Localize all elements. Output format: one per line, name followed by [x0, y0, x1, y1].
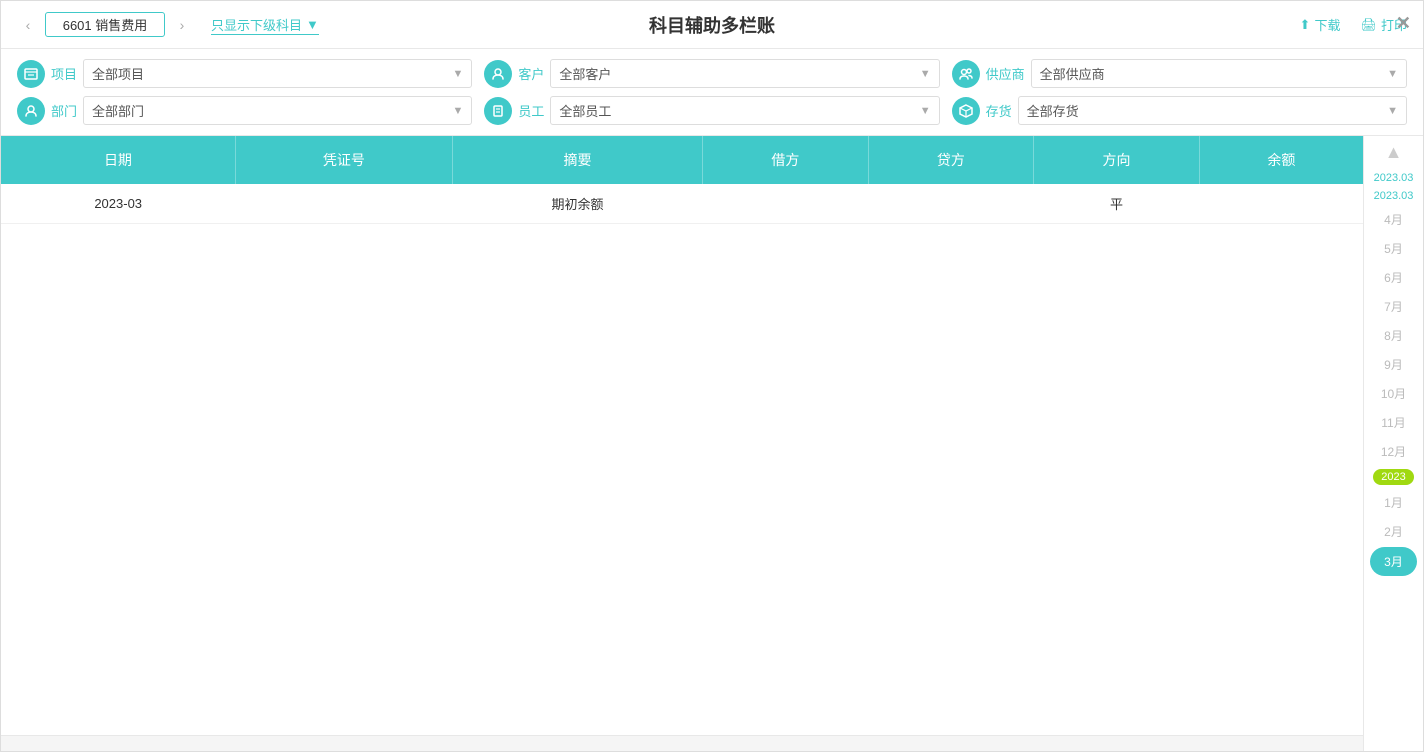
account-code[interactable]: 6601 销售费用	[45, 12, 165, 37]
col-summary: 摘要	[452, 136, 702, 184]
download-label: 下载	[1314, 15, 1340, 34]
cell-summary: 期初余额	[452, 184, 702, 224]
timeline-month-3[interactable]: 3月	[1370, 547, 1417, 576]
supplier-arrow-icon: ▼	[1387, 68, 1398, 80]
timeline-month-12[interactable]: 12月	[1364, 437, 1423, 466]
department-label: 部门	[51, 101, 77, 120]
horizontal-scrollbar[interactable]	[1, 735, 1363, 751]
cell-voucher	[235, 184, 452, 224]
filter-item-supplier: 供应商 全部供应商 ▼	[952, 59, 1407, 88]
timeline-month-8[interactable]: 8月	[1364, 321, 1423, 350]
project-select[interactable]: 全部项目 ▼	[83, 59, 472, 88]
col-voucher: 凭证号	[235, 136, 452, 184]
col-credit: 贷方	[868, 136, 1034, 184]
timeline-month-9[interactable]: 9月	[1364, 350, 1423, 379]
ledger-table: 日期 凭证号 摘要 借方 贷方 方向 余额 2023-03	[1, 136, 1363, 224]
content-area: 日期 凭证号 摘要 借方 贷方 方向 余额 2023-03	[1, 136, 1363, 751]
cell-direction: 平	[1034, 184, 1200, 224]
inventory-icon	[952, 97, 980, 125]
print-icon: 🖨	[1360, 17, 1377, 33]
cell-debit	[703, 184, 869, 224]
cell-balance	[1199, 184, 1363, 224]
cell-date: 2023-03	[1, 184, 235, 224]
project-label: 项目	[51, 64, 77, 83]
prev-account-btn[interactable]: ‹	[17, 14, 39, 36]
show-sub-accounts-btn[interactable]: 只显示下级科目 ▼	[211, 15, 319, 35]
supplier-select[interactable]: 全部供应商 ▼	[1031, 59, 1407, 88]
timeline-month-1[interactable]: 1月	[1364, 488, 1423, 517]
title-bar-right: ⬆ 下载 🖨 打印	[1300, 15, 1407, 34]
inventory-select[interactable]: 全部存货 ▼	[1018, 96, 1407, 125]
supplier-icon	[952, 60, 980, 88]
filter-item-project: 项目 全部项目 ▼	[17, 59, 472, 88]
customer-select[interactable]: 全部客户 ▼	[550, 59, 939, 88]
col-direction: 方向	[1034, 136, 1200, 184]
timeline-month-10[interactable]: 10月	[1364, 379, 1423, 408]
col-debit: 借方	[703, 136, 869, 184]
page-title: 科目辅助多栏账	[649, 12, 775, 38]
title-bar: ‹ 6601 销售费用 › 只显示下级科目 ▼ 科目辅助多栏账 ⬆ 下载 🖨 打…	[1, 1, 1423, 49]
department-value: 全部部门	[92, 101, 144, 120]
timeline-month-2[interactable]: 2月	[1364, 517, 1423, 546]
cell-credit	[868, 184, 1034, 224]
filter-item-inventory: 存货 全部存货 ▼	[952, 96, 1407, 125]
employee-select[interactable]: 全部员工 ▼	[550, 96, 939, 125]
filter-item-employee: 员工 全部员工 ▼	[484, 96, 939, 125]
project-value: 全部项目	[92, 64, 144, 83]
download-icon: ⬆	[1300, 17, 1311, 33]
customer-arrow-icon: ▼	[920, 68, 931, 80]
next-account-btn[interactable]: ›	[171, 14, 193, 36]
employee-icon	[484, 97, 512, 125]
timeline-entry-top2[interactable]: 2023.03	[1374, 187, 1414, 205]
close-btn[interactable]: ✕	[1396, 13, 1411, 34]
timeline-entry-top1[interactable]: 2023.03	[1374, 169, 1414, 187]
customer-label: 客户	[518, 64, 544, 83]
inventory-value: 全部存货	[1027, 101, 1079, 120]
timeline-month-5[interactable]: 5月	[1364, 234, 1423, 263]
title-bar-left: ‹ 6601 销售费用 › 只显示下级科目 ▼	[17, 12, 319, 37]
inventory-label: 存货	[986, 101, 1012, 120]
filter-row-2: 部门 全部部门 ▼ 员工 全部员工 ▼	[17, 96, 1407, 125]
year-badge: 2023	[1373, 469, 1413, 485]
project-icon	[17, 60, 45, 88]
timeline-up-btn[interactable]: ▲	[1379, 136, 1409, 169]
col-date: 日期	[1, 136, 235, 184]
filter-item-customer: 客户 全部客户 ▼	[484, 59, 939, 88]
table-container[interactable]: 日期 凭证号 摘要 借方 贷方 方向 余额 2023-03	[1, 136, 1363, 735]
employee-label: 员工	[518, 101, 544, 120]
filter-item-department: 部门 全部部门 ▼	[17, 96, 472, 125]
table-row: 2023-03 期初余额 平	[1, 184, 1363, 224]
col-balance: 余额	[1199, 136, 1363, 184]
project-arrow-icon: ▼	[452, 68, 463, 80]
supplier-value: 全部供应商	[1040, 64, 1105, 83]
employee-value: 全部员工	[559, 101, 611, 120]
timeline-month-11[interactable]: 11月	[1364, 408, 1423, 437]
timeline-month-4[interactable]: 4月	[1364, 205, 1423, 234]
inventory-arrow-icon: ▼	[1387, 105, 1398, 117]
customer-value: 全部客户	[559, 64, 611, 83]
year-badge-container: 2023	[1373, 466, 1413, 488]
timeline-month-7[interactable]: 7月	[1364, 292, 1423, 321]
timeline-panel: ▲ 2023.03 2023.03 4月 5月 6月 7月 8月 9月 10月 …	[1363, 136, 1423, 751]
chevron-down-icon: ▼	[306, 17, 319, 32]
show-sub-label: 只显示下级科目	[211, 15, 302, 34]
download-btn[interactable]: ⬆ 下载	[1300, 15, 1341, 34]
department-icon	[17, 97, 45, 125]
timeline-month-6[interactable]: 6月	[1364, 263, 1423, 292]
department-select[interactable]: 全部部门 ▼	[83, 96, 472, 125]
customer-icon	[484, 60, 512, 88]
table-header-row: 日期 凭证号 摘要 借方 贷方 方向 余额	[1, 136, 1363, 184]
filter-bar: 项目 全部项目 ▼ 客户 全部客户 ▼	[1, 49, 1423, 136]
department-arrow-icon: ▼	[452, 105, 463, 117]
supplier-label: 供应商	[986, 64, 1025, 83]
filter-row-1: 项目 全部项目 ▼ 客户 全部客户 ▼	[17, 59, 1407, 88]
employee-arrow-icon: ▼	[920, 105, 931, 117]
